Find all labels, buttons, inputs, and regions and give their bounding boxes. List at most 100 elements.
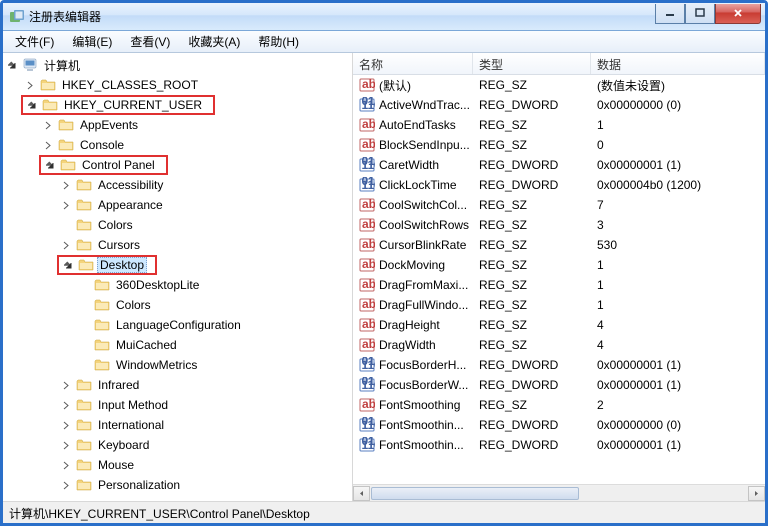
menu-edit[interactable]: 编辑(E) <box>64 31 120 52</box>
expand-icon[interactable] <box>61 480 72 491</box>
value-data: 0x00000001 (1) <box>591 358 765 372</box>
expand-icon[interactable] <box>61 180 72 191</box>
list-row[interactable]: DragHeightREG_SZ4 <box>353 315 765 335</box>
tree-node-international[interactable]: International <box>3 415 352 435</box>
menu-view[interactable]: 查看(V) <box>122 31 178 52</box>
value-data: 2 <box>591 398 765 412</box>
value-data: 0x00000000 (0) <box>591 418 765 432</box>
list-row[interactable]: BlockSendInpu...REG_SZ0 <box>353 135 765 155</box>
menu-favorites[interactable]: 收藏夹(A) <box>180 31 248 52</box>
tree-node-windowmetrics[interactable]: WindowMetrics <box>3 355 352 375</box>
tree-node-muicached[interactable]: MuiCached <box>3 335 352 355</box>
expand-icon[interactable] <box>61 400 72 411</box>
tree-label: HKEY_CURRENT_USER <box>61 97 205 113</box>
list-row[interactable]: FocusBorderH...REG_DWORD0x00000001 (1) <box>353 355 765 375</box>
list-row[interactable]: CursorBlinkRateREG_SZ530 <box>353 235 765 255</box>
expand-icon[interactable] <box>43 120 54 131</box>
tree-label: AppEvents <box>77 117 141 133</box>
maximize-button[interactable] <box>685 4 715 24</box>
list-row[interactable]: ClickLockTimeREG_DWORD0x000004b0 (1200) <box>353 175 765 195</box>
tree-node-cursors[interactable]: Cursors <box>3 235 352 255</box>
expand-icon[interactable] <box>61 440 72 451</box>
window-title: 注册表编辑器 <box>29 8 655 25</box>
tree-label: MuiCached <box>113 337 180 353</box>
list-row[interactable]: AutoEndTasksREG_SZ1 <box>353 115 765 135</box>
expand-icon[interactable] <box>63 260 74 271</box>
list-row[interactable]: FontSmoothin...REG_DWORD0x00000000 (0) <box>353 415 765 435</box>
list-row[interactable]: DragFromMaxi...REG_SZ1 <box>353 275 765 295</box>
value-type: REG_SZ <box>473 398 591 412</box>
menu-help[interactable]: 帮助(H) <box>250 31 307 52</box>
value-type: REG_SZ <box>473 118 591 132</box>
menu-file[interactable]: 文件(F) <box>7 31 62 52</box>
tree-pane[interactable]: 计算机 HKEY_CLASSES_ROOT HKEY_CURRENT_USER <box>3 53 353 501</box>
folder-icon <box>94 277 110 293</box>
value-data: 4 <box>591 338 765 352</box>
scroll-right-arrow[interactable] <box>748 486 765 501</box>
tree-node-console[interactable]: Console <box>3 135 352 155</box>
tree-node-controlpanel[interactable]: Control Panel <box>41 155 162 175</box>
tree-node-hkcr[interactable]: HKEY_CLASSES_ROOT <box>3 75 352 95</box>
tree-node-mouse[interactable]: Mouse <box>3 455 352 475</box>
expand-spacer <box>79 360 90 371</box>
list-row[interactable]: DragWidthREG_SZ4 <box>353 335 765 355</box>
expand-icon[interactable] <box>61 420 72 431</box>
folder-icon <box>76 197 92 213</box>
col-header-data[interactable]: 数据 <box>591 53 765 74</box>
scroll-left-arrow[interactable] <box>353 486 370 501</box>
expand-icon[interactable] <box>61 380 72 391</box>
expand-icon[interactable] <box>45 160 56 171</box>
list-row[interactable]: ActiveWndTrac...REG_DWORD0x00000000 (0) <box>353 95 765 115</box>
tree-node-accessibility[interactable]: Accessibility <box>3 175 352 195</box>
list-row[interactable]: FontSmoothin...REG_DWORD0x00000001 (1) <box>353 435 765 455</box>
expand-icon[interactable] <box>7 60 18 71</box>
menu-bar: 文件(F) 编辑(E) 查看(V) 收藏夹(A) 帮助(H) <box>3 31 765 53</box>
col-header-type[interactable]: 类型 <box>473 53 591 74</box>
titlebar[interactable]: 注册表编辑器 <box>3 3 765 31</box>
folder-icon <box>76 417 92 433</box>
list-row[interactable]: DockMovingREG_SZ1 <box>353 255 765 275</box>
tree-label: Desktop <box>97 257 147 273</box>
expand-icon[interactable] <box>61 460 72 471</box>
list-body[interactable]: (默认)REG_SZ(数值未设置)ActiveWndTrac...REG_DWO… <box>353 75 765 484</box>
expand-icon[interactable] <box>61 200 72 211</box>
tree-node-colors[interactable]: Colors <box>3 215 352 235</box>
list-row[interactable]: FontSmoothingREG_SZ2 <box>353 395 765 415</box>
value-type: REG_DWORD <box>473 358 591 372</box>
tree-node-personalization[interactable]: Personalization <box>3 475 352 495</box>
tree-node-appevents[interactable]: AppEvents <box>3 115 352 135</box>
list-row[interactable]: CoolSwitchRowsREG_SZ3 <box>353 215 765 235</box>
tree-node-desktoplite[interactable]: 360DesktopLite <box>3 275 352 295</box>
value-string-icon <box>359 257 375 273</box>
list-row[interactable]: DragFullWindo...REG_SZ1 <box>353 295 765 315</box>
tree-node-keyboard[interactable]: Keyboard <box>3 435 352 455</box>
list-row[interactable]: CoolSwitchCol...REG_SZ7 <box>353 195 765 215</box>
minimize-button[interactable] <box>655 4 685 24</box>
scroll-thumb[interactable] <box>371 487 579 500</box>
tree-node-hkcu[interactable]: HKEY_CURRENT_USER <box>23 95 209 115</box>
tree-node-langconfig[interactable]: LanguageConfiguration <box>3 315 352 335</box>
tree-label: Keyboard <box>95 437 152 453</box>
expand-icon[interactable] <box>27 100 38 111</box>
tree-node-desktop[interactable]: Desktop <box>59 255 151 275</box>
col-header-name[interactable]: 名称 <box>353 53 473 74</box>
tree-node-computer[interactable]: 计算机 <box>3 55 352 75</box>
list-row[interactable]: FocusBorderW...REG_DWORD0x00000001 (1) <box>353 375 765 395</box>
tree-label: Accessibility <box>95 177 166 193</box>
list-row[interactable]: CaretWidthREG_DWORD0x00000001 (1) <box>353 155 765 175</box>
tree-node-appearance[interactable]: Appearance <box>3 195 352 215</box>
expand-icon[interactable] <box>61 240 72 251</box>
tree-node-colors2[interactable]: Colors <box>3 295 352 315</box>
value-type: REG_SZ <box>473 298 591 312</box>
expand-icon[interactable] <box>43 140 54 151</box>
horizontal-scrollbar[interactable] <box>353 484 765 501</box>
close-button[interactable] <box>715 4 761 24</box>
value-string-icon <box>359 217 375 233</box>
tree-label: Personalization <box>95 477 183 493</box>
list-header: 名称 类型 数据 <box>353 53 765 75</box>
tree-node-infrared[interactable]: Infrared <box>3 375 352 395</box>
list-row[interactable]: (默认)REG_SZ(数值未设置) <box>353 75 765 95</box>
scroll-track[interactable] <box>370 486 748 501</box>
expand-icon[interactable] <box>25 80 36 91</box>
tree-node-inputmethod[interactable]: Input Method <box>3 395 352 415</box>
